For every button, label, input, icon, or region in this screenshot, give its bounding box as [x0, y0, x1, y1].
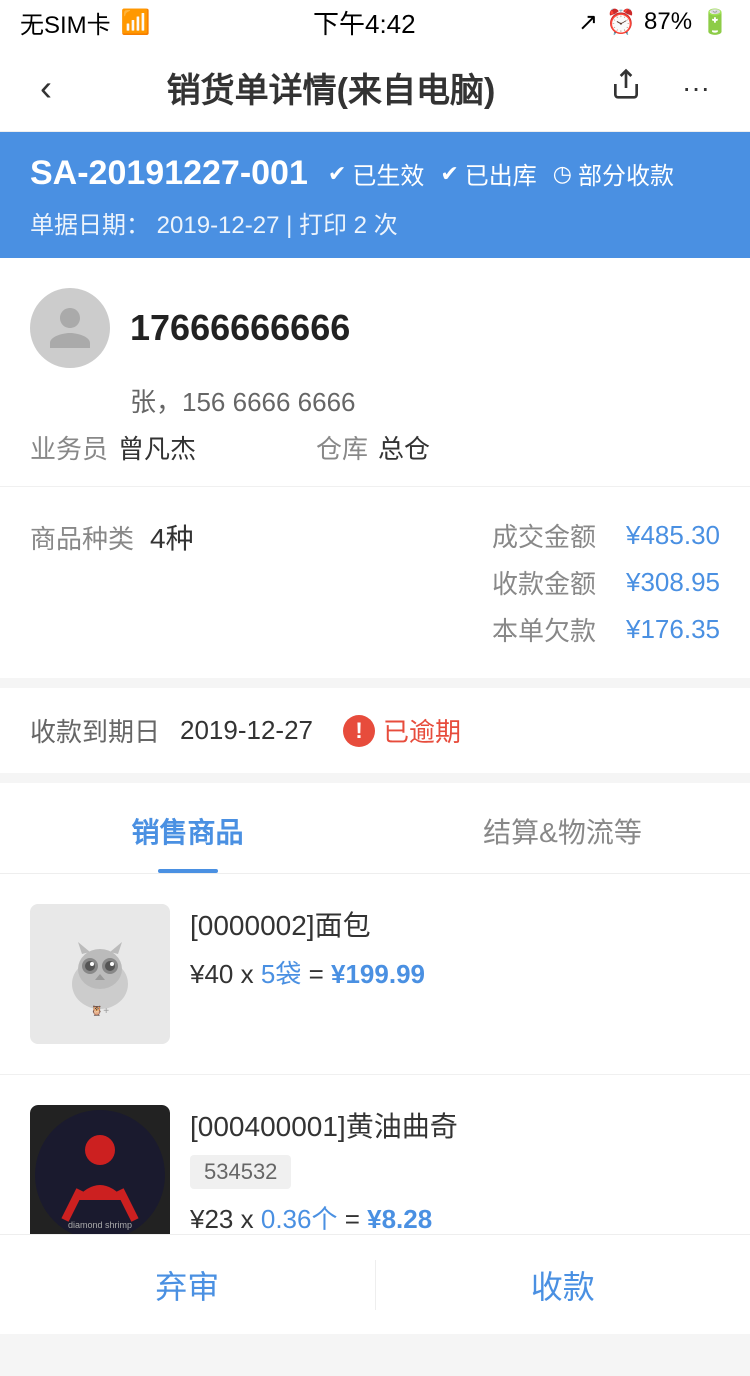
status-left: 无SIM卡 📶 — [20, 5, 151, 40]
transaction-label: 成交金额 — [476, 517, 596, 554]
tab-underline — [158, 869, 218, 873]
customer-section: 17666666666 张，156 6666 6666 业务员 曾凡杰 仓库 总… — [0, 258, 750, 486]
product-sku-2: 534532 — [190, 1155, 291, 1189]
product-thumbnail-1: 🦉+ — [30, 904, 170, 1044]
status-badges: ✔ 已生效 ✔ 已出库 ◷ 部分收款 — [328, 156, 674, 191]
share-button[interactable] — [600, 58, 652, 117]
signal-text: 无SIM卡 — [20, 5, 111, 40]
price-base-2: ¥23 — [190, 1204, 233, 1234]
clock-icon: ◷ — [553, 161, 572, 187]
product-list: 🦉+ [0000002]面包 ¥40 x 5袋 = ¥199.99 — [0, 874, 750, 1276]
overdue-text: 已逾期 — [383, 712, 461, 749]
product-name-2: [000400001]黄油曲奇 — [190, 1105, 720, 1145]
transaction-amount: ¥485.30 — [626, 520, 720, 551]
order-id: SA-20191227-001 — [30, 154, 308, 193]
warehouse-value: 总仓 — [378, 429, 430, 466]
price-base-1: ¥40 — [190, 959, 233, 989]
tabs-section: 销售商品 结算&物流等 — [0, 773, 750, 874]
overdue-badge: ! 已逾期 — [343, 712, 461, 749]
tab-settlement-label: 结算&物流等 — [483, 817, 642, 848]
gps-icon: ↗ — [578, 8, 598, 37]
receipt-row: 收款金额 ¥308.95 — [476, 564, 720, 601]
nav-bar: ‹ 销货单详情(来自电脑) ··· — [0, 44, 750, 132]
tab-products[interactable]: 销售商品 — [0, 783, 375, 873]
svg-text:diamond shrimp: diamond shrimp — [68, 1220, 132, 1230]
salesman-label: 业务员 — [30, 429, 108, 466]
cancel-review-button[interactable]: 弃审 — [0, 1235, 375, 1334]
summary-section: 商品种类 4种 成交金额 ¥485.30 收款金额 ¥308.95 本单欠款 ¥… — [0, 486, 750, 678]
more-button[interactable]: ··· — [672, 62, 720, 114]
product-info-2: [000400001]黄油曲奇 534532 ¥23 x 0.36个 = ¥8.… — [190, 1105, 720, 1236]
status-bar: 无SIM卡 📶 下午4:42 ↗ ⏰ 87% 🔋 — [0, 0, 750, 44]
product-price-2: ¥23 x 0.36个 = ¥8.28 — [190, 1199, 720, 1236]
product-thumbnail-2: diamond shrimp — [30, 1105, 170, 1245]
badge-partial-text: 部分收款 — [578, 156, 674, 191]
customer-sub-info: 张，156 6666 6666 — [30, 382, 720, 419]
debt-amount: ¥176.35 — [626, 614, 720, 645]
wifi-icon: 📶 — [121, 8, 151, 37]
due-date-section: 收款到期日 2019-12-27 ! 已逾期 — [0, 678, 750, 773]
product-count: 4种 — [150, 517, 194, 557]
collect-button[interactable]: 收款 — [376, 1235, 750, 1334]
page-title: 销货单详情(来自电脑) — [167, 63, 496, 112]
check-icon-shipped: ✔ — [440, 161, 458, 187]
badge-partial: ◷ 部分收款 — [553, 156, 674, 191]
badge-shipped-text: 已出库 — [465, 156, 537, 191]
tab-settlement[interactable]: 结算&物流等 — [375, 783, 750, 873]
product-code-1: [0000002] — [190, 910, 315, 941]
product-image-2: diamond shrimp — [30, 1105, 170, 1245]
avatar — [30, 288, 110, 368]
product-code-2: [000400001] — [190, 1111, 346, 1142]
product-price-1: ¥40 x 5袋 = ¥199.99 — [190, 954, 720, 991]
bottom-bar: 弃审 收款 — [0, 1234, 750, 1334]
product-type-summary: 商品种类 4种 — [30, 517, 194, 557]
warehouse-info: 仓库 总仓 — [316, 429, 430, 466]
back-button[interactable]: ‹ — [30, 57, 62, 119]
product-image-1: 🦉+ — [30, 904, 170, 1044]
price-qty-1: 5袋 — [261, 959, 301, 989]
order-date: 2019-12-27 — [157, 212, 280, 239]
price-qty-2: 0.36个 — [261, 1204, 338, 1234]
customer-meta: 业务员 曾凡杰 仓库 总仓 — [30, 429, 720, 466]
badge-effective-text: 已生效 — [352, 156, 424, 191]
order-header-banner: SA-20191227-001 ✔ 已生效 ✔ 已出库 ◷ 部分收款 单据日期：… — [0, 132, 750, 258]
warehouse-label: 仓库 — [316, 429, 368, 466]
badge-effective: ✔ 已生效 — [328, 156, 424, 191]
salesman-info: 业务员 曾凡杰 — [30, 429, 196, 466]
due-date: 2019-12-27 — [180, 715, 313, 746]
status-time: 下午4:42 — [313, 4, 416, 41]
overdue-icon: ! — [343, 715, 375, 747]
product-name-1: [0000002]面包 — [190, 904, 720, 944]
date-label: 单据日期： — [30, 212, 150, 239]
product-type-label: 商品种类 — [30, 519, 134, 556]
print-count: | 打印 2 次 — [286, 212, 398, 239]
cancel-review-label: 弃审 — [155, 1262, 219, 1308]
receipt-label: 收款金额 — [476, 564, 596, 601]
debt-row: 本单欠款 ¥176.35 — [476, 611, 720, 648]
order-date-row: 单据日期： 2019-12-27 | 打印 2 次 — [30, 205, 720, 240]
price-total-1: ¥199.99 — [331, 959, 425, 989]
salesman-value: 曾凡杰 — [118, 429, 196, 466]
tab-products-label: 销售商品 — [131, 817, 243, 848]
badge-shipped: ✔ 已出库 — [440, 156, 536, 191]
battery-icon: 🔋 — [700, 8, 730, 37]
alarm-icon: ⏰ — [606, 8, 636, 37]
collect-label: 收款 — [531, 1262, 595, 1308]
list-item: 🦉+ [0000002]面包 ¥40 x 5袋 = ¥199.99 — [0, 874, 750, 1075]
debt-label: 本单欠款 — [476, 611, 596, 648]
price-total-2: ¥8.28 — [367, 1204, 432, 1234]
product-info-1: [0000002]面包 ¥40 x 5袋 = ¥199.99 — [190, 904, 720, 991]
transaction-row: 成交金额 ¥485.30 — [476, 517, 720, 554]
due-label: 收款到期日 — [30, 712, 160, 749]
receipt-amount: ¥308.95 — [626, 567, 720, 598]
order-header-top: SA-20191227-001 ✔ 已生效 ✔ 已出库 ◷ 部分收款 — [30, 154, 720, 193]
nav-actions: ··· — [600, 58, 720, 117]
svg-text:🦉+: 🦉+ — [91, 1005, 109, 1017]
check-icon-effective: ✔ — [328, 161, 346, 187]
customer-name: 17666666666 — [130, 307, 350, 349]
customer-row: 17666666666 — [30, 288, 720, 368]
battery-text: 87% — [644, 8, 692, 36]
amount-summary: 成交金额 ¥485.30 收款金额 ¥308.95 本单欠款 ¥176.35 — [476, 517, 720, 648]
status-right: ↗ ⏰ 87% 🔋 — [578, 8, 730, 37]
